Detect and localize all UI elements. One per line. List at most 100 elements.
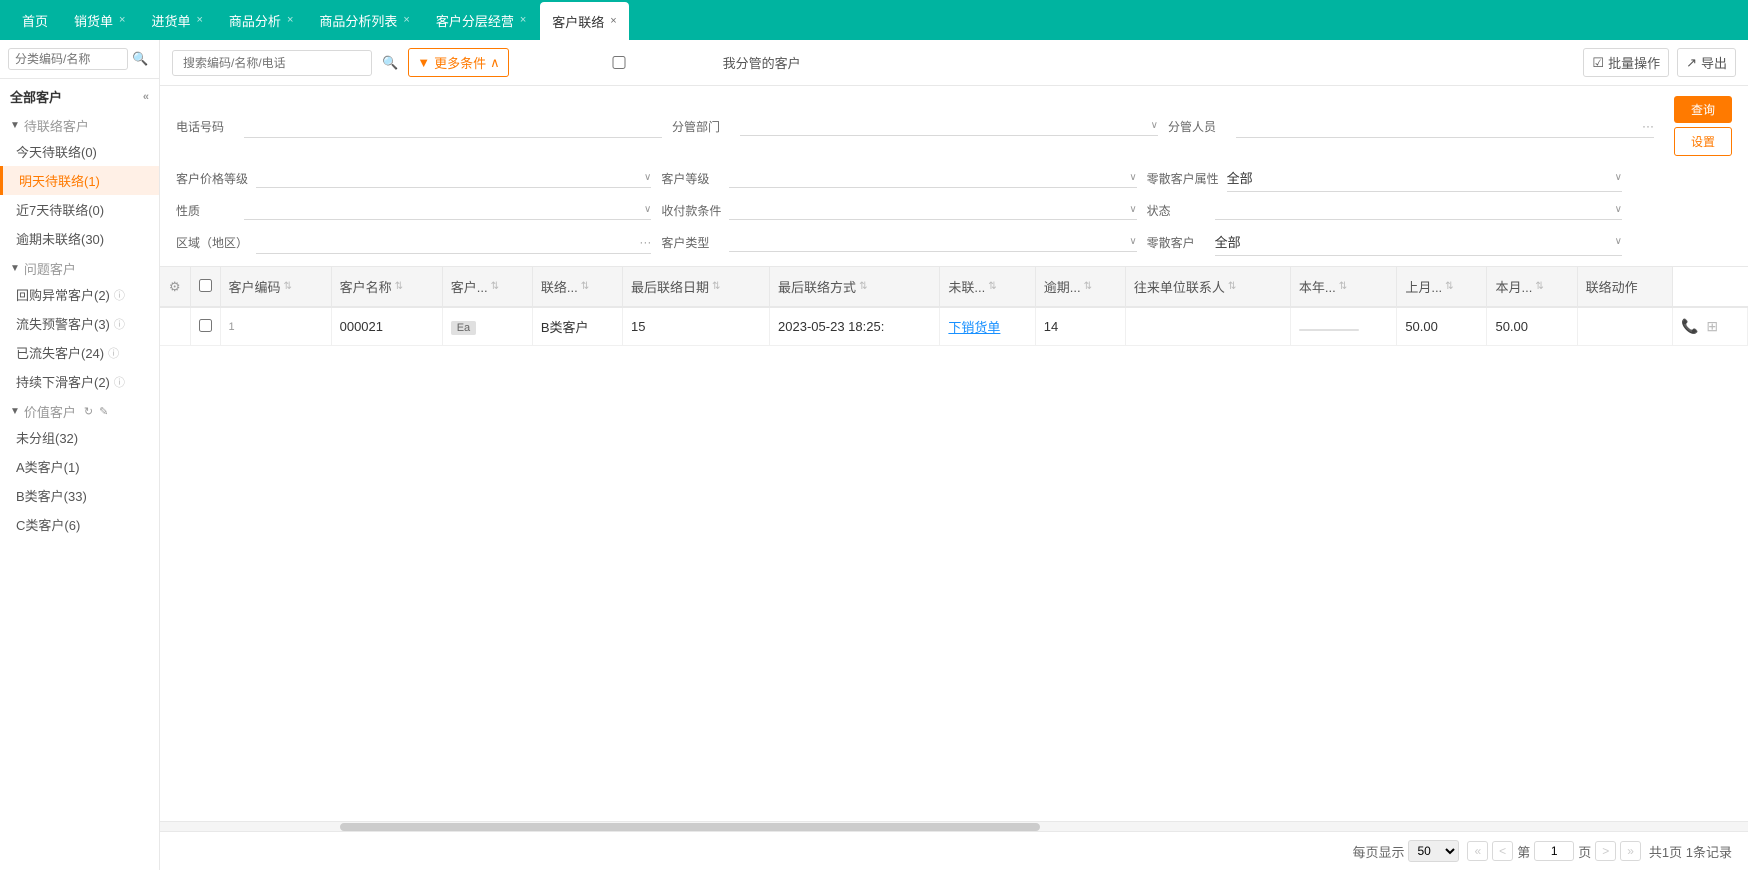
close-sales-icon[interactable]: × <box>119 14 125 26</box>
last-method-link[interactable]: 下销货单 <box>948 320 1000 335</box>
row-contact-count-cell: 15 <box>623 307 770 346</box>
select-all-checkbox[interactable] <box>199 279 212 292</box>
filter-scatter-customer-select[interactable]: 全部 ∨ <box>1215 228 1622 256</box>
sort-name-icon[interactable]: ⇅ <box>395 281 403 292</box>
grid-action-icon[interactable]: ⊞ <box>1706 318 1718 335</box>
my-customers-checkbox-area[interactable]: 我分管的客户 <box>519 53 801 72</box>
sidebar-item-churn-warning[interactable]: 流失预警客户(3) ⓘ <box>0 309 159 338</box>
sidebar-search-icon[interactable]: 🔍 <box>132 51 148 67</box>
sort-this-month-icon[interactable]: ⇅ <box>1535 281 1543 292</box>
search-btn-icon[interactable]: 🔍 <box>382 55 398 71</box>
sidebar-item-class-c[interactable]: C类客户(6) <box>0 510 159 539</box>
sidebar-item-ungrouped[interactable]: 未分组(32) <box>0 423 159 452</box>
nav-product-analysis-list[interactable]: 商品分析列表 × <box>307 0 421 40</box>
last-page-btn[interactable]: » <box>1620 841 1641 861</box>
close-product-analysis-icon[interactable]: × <box>287 14 293 26</box>
manager-dots-icon[interactable]: ··· <box>1642 119 1654 133</box>
sidebar-item-repurchase-abnormal[interactable]: 回购异常客户(2) ⓘ <box>0 280 159 309</box>
sort-contact-count-icon[interactable]: ⇅ <box>581 281 589 292</box>
sidebar-search-area: 🔍 <box>0 40 159 79</box>
row-last-month-cell: 50.00 <box>1487 307 1577 346</box>
sidebar-collapse-icon[interactable]: « <box>143 91 149 103</box>
filter-row-4: 区域（地区） ··· 客户类型 ∨ 零散客户 全部 <box>176 228 1732 256</box>
sidebar-item-today-contact[interactable]: 今天待联络(0) <box>0 137 159 166</box>
query-button[interactable]: 查询 <box>1674 96 1732 123</box>
sort-type-icon[interactable]: ⇅ <box>491 281 499 292</box>
sort-last-month-icon[interactable]: ⇅ <box>1445 281 1453 292</box>
sidebar-search-input[interactable] <box>8 48 128 70</box>
filter-price-level-select[interactable]: ∨ <box>256 168 651 188</box>
close-product-analysis-list-icon[interactable]: × <box>403 14 409 26</box>
filter-more-btn[interactable]: ▼ 更多条件 ∧ <box>408 48 508 77</box>
customer-type-chevron-icon: ∨ <box>1129 236 1136 247</box>
page-number-input[interactable] <box>1534 841 1574 861</box>
scrollbar-thumb[interactable] <box>340 823 1040 831</box>
filter-region-select[interactable]: ··· <box>256 231 651 254</box>
horizontal-scrollbar[interactable] <box>160 821 1748 831</box>
info-icon-1: ⓘ <box>114 287 125 303</box>
my-customers-checkbox[interactable] <box>519 56 719 69</box>
sidebar-item-overdue-contact[interactable]: 逾期未联络(30) <box>0 224 159 253</box>
row-checkbox[interactable] <box>199 319 212 332</box>
filter-customer-level-select[interactable]: ∨ <box>729 168 1136 188</box>
row-actions-cell: 📞 ⊞ <box>1672 307 1747 346</box>
sidebar-item-class-b[interactable]: B类客户(33) <box>0 481 159 510</box>
filter-scatter-attr: 零散客户属性 全部 ∨ <box>1147 164 1622 192</box>
table-row: 1 000021 Ea B类客户 15 2023-05-23 18:25: 下销… <box>160 307 1748 346</box>
scatter-attr-chevron-icon: ∨ <box>1615 172 1622 183</box>
first-page-btn[interactable]: « <box>1467 841 1488 861</box>
filter-scatter-attr-select[interactable]: 全部 ∨ <box>1227 164 1622 192</box>
nav-customer-tier[interactable]: 客户分层经营 × <box>424 0 538 40</box>
prev-page-btn[interactable]: < <box>1492 841 1513 861</box>
sidebar-item-tomorrow-contact[interactable]: 明天待联络(1) <box>0 166 159 195</box>
sort-this-year-icon[interactable]: ⇅ <box>1339 281 1347 292</box>
sort-uncontacted-icon[interactable]: ⇅ <box>988 281 996 292</box>
region-dots-icon[interactable]: ··· <box>639 235 651 249</box>
close-customer-tier-icon[interactable]: × <box>520 14 526 26</box>
settings-button[interactable]: 设置 <box>1674 127 1732 156</box>
filter-payment-select[interactable]: ∨ <box>729 200 1136 220</box>
sidebar-group-value: ▼ 价值客户 ↻ ✎ <box>0 396 159 423</box>
filter-payment-label: 收付款条件 <box>661 202 721 219</box>
nav-product-analysis[interactable]: 商品分析 × <box>217 0 305 40</box>
value-edit-icon[interactable]: ✎ <box>99 405 108 418</box>
sort-last-method-icon[interactable]: ⇅ <box>859 281 867 292</box>
nav-home[interactable]: 首页 <box>10 0 60 40</box>
page-size-select[interactable]: 10 20 50 100 <box>1408 840 1459 862</box>
sidebar-item-churned[interactable]: 已流失客户(24) ⓘ <box>0 338 159 367</box>
filter-scatter-attr-label: 零散客户属性 <box>1147 170 1219 187</box>
filter-nature-select[interactable]: ∨ <box>244 200 651 220</box>
close-customer-contact-icon[interactable]: × <box>610 15 616 27</box>
sort-contact-person-icon[interactable]: ⇅ <box>1228 281 1236 292</box>
close-purchase-icon[interactable]: × <box>196 14 202 26</box>
pending-arrow-icon: ▼ <box>10 120 20 131</box>
sidebar-item-class-a[interactable]: A类客户(1) <box>0 452 159 481</box>
filter-price-level-label: 客户价格等级 <box>176 170 248 187</box>
batch-operations-btn[interactable]: ☑ 批量操作 <box>1583 48 1669 77</box>
filter-customer-type-select[interactable]: ∨ <box>729 232 1136 252</box>
filter-icon: ▼ <box>417 55 430 70</box>
next-page-btn[interactable]: > <box>1595 841 1616 861</box>
col-settings[interactable]: ⚙ <box>160 267 190 307</box>
col-contact-person: 往来单位联系人 ⇅ <box>1125 267 1290 307</box>
sidebar-item-declining[interactable]: 持续下滑客户(2) ⓘ <box>0 367 159 396</box>
sidebar-all-customers[interactable]: 全部客户 « <box>0 79 159 110</box>
nature-chevron-icon: ∨ <box>644 204 651 215</box>
sort-overdue-icon[interactable]: ⇅ <box>1084 281 1092 292</box>
sidebar-item-7day-contact[interactable]: 近7天待联络(0) <box>0 195 159 224</box>
nav-sales[interactable]: 销货单 × <box>62 0 137 40</box>
value-refresh-icon[interactable]: ↻ <box>84 405 93 418</box>
sort-last-date-icon[interactable]: ⇅ <box>712 281 720 292</box>
filter-dept-select[interactable]: ∨ <box>740 116 1158 136</box>
nav-customer-contact[interactable]: 客户联络 × <box>540 2 628 40</box>
sort-code-icon[interactable]: ⇅ <box>284 281 292 292</box>
filter-status-select[interactable]: ∨ <box>1215 200 1622 220</box>
export-btn[interactable]: ↗ 导出 <box>1677 48 1736 77</box>
nav-purchase[interactable]: 进货单 × <box>139 0 214 40</box>
filter-manager-select[interactable]: ··· <box>1236 115 1654 138</box>
phone-action-icon[interactable]: 📞 <box>1681 318 1698 335</box>
filter-payment: 收付款条件 ∨ <box>661 200 1136 220</box>
filter-phone-input[interactable] <box>244 115 662 138</box>
search-input[interactable] <box>172 50 372 76</box>
col-this-year: 本年... ⇅ <box>1290 267 1396 307</box>
